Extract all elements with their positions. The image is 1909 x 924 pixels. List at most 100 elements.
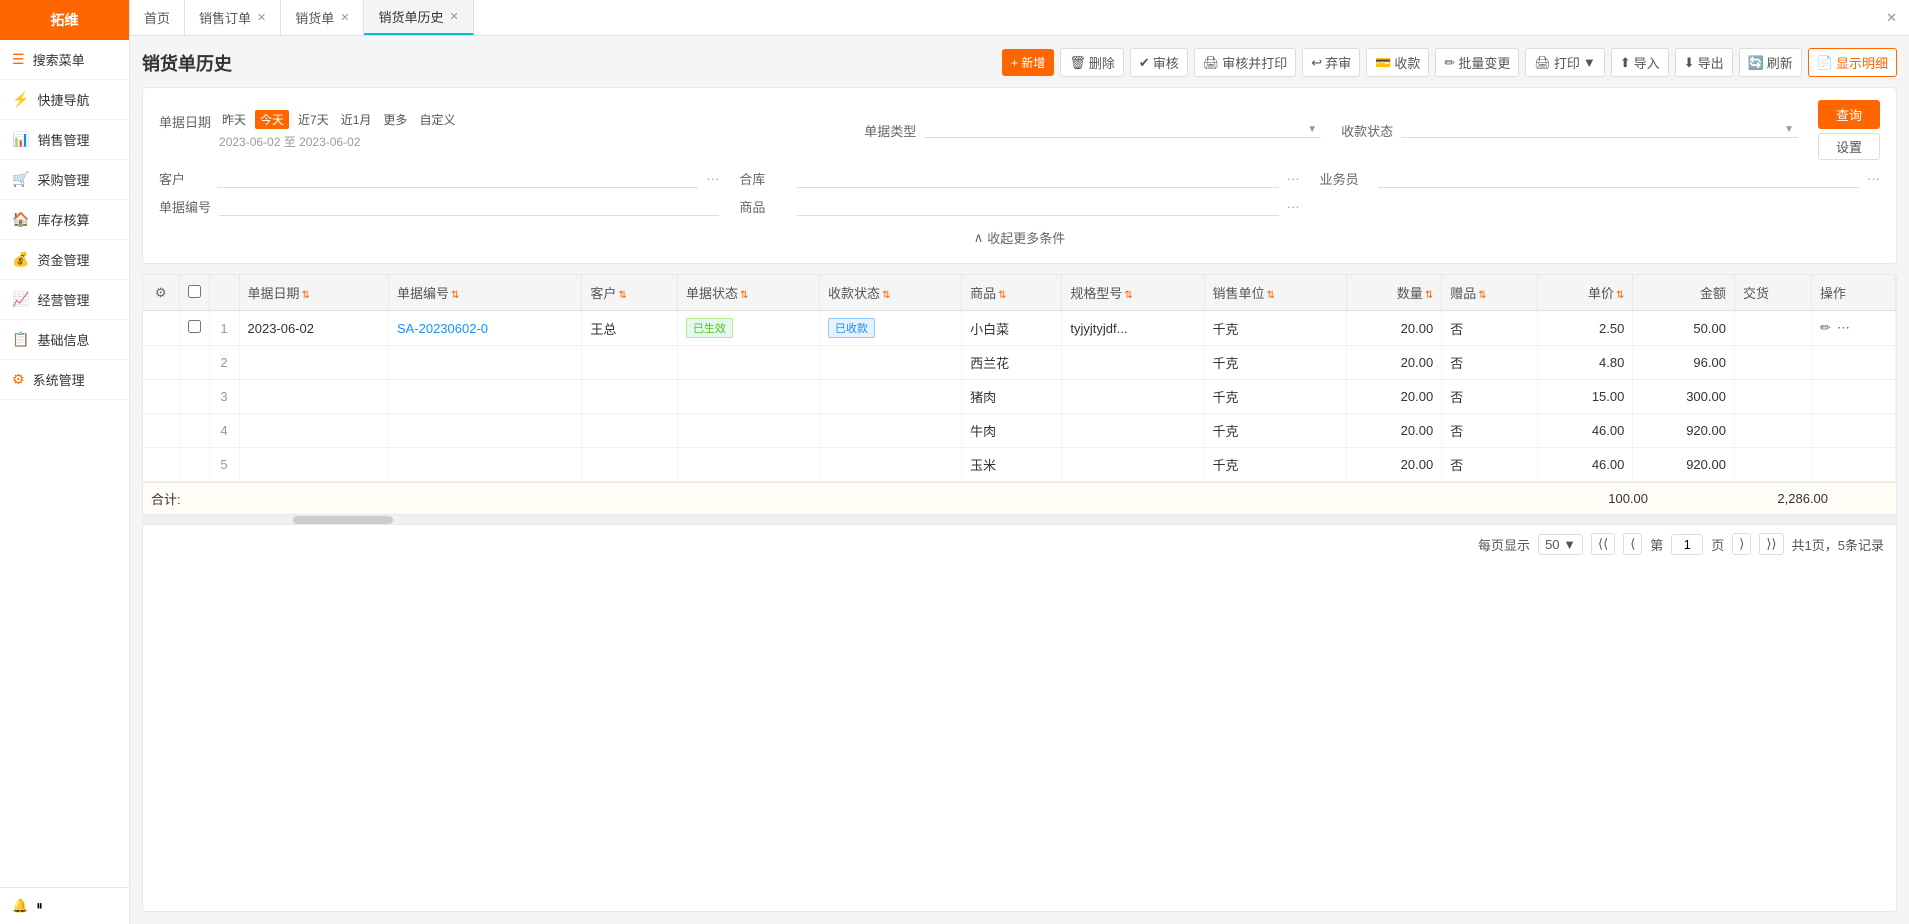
more-action-icon[interactable]: ⋯: [1837, 320, 1850, 336]
shortcut-custom[interactable]: 自定义: [416, 110, 458, 129]
query-button[interactable]: 查询: [1818, 100, 1880, 129]
sidebar-item-label: 采购管理: [37, 170, 89, 189]
collapse-button[interactable]: ∧ 收起更多条件: [159, 224, 1880, 251]
col-doc-no[interactable]: 单据编号⇅: [388, 275, 581, 311]
tab-sales-goods[interactable]: 销货单 ✕: [281, 0, 364, 35]
col-checkbox[interactable]: [179, 275, 209, 311]
batch-change-button[interactable]: ✏ 批量变更: [1435, 48, 1519, 77]
scrollbar-thumb[interactable]: [293, 516, 393, 524]
doc-date-cell: [239, 448, 388, 482]
doc-type-select[interactable]: ▼: [924, 122, 1321, 138]
doc-no-cell[interactable]: [388, 346, 581, 380]
tab-sales-history[interactable]: 销货单历史 ✕: [364, 0, 473, 35]
sidebar-item-ops-mgmt[interactable]: 📈 经营管理: [0, 280, 129, 320]
tab-sales-order[interactable]: 销售订单 ✕: [185, 0, 281, 35]
col-settings[interactable]: ⚙: [143, 275, 179, 311]
col-customer[interactable]: 客户⇅: [582, 275, 678, 311]
page-number-input[interactable]: [1671, 534, 1703, 555]
col-actions: 操作: [1811, 275, 1895, 311]
row-checkbox-cell[interactable]: [179, 380, 209, 414]
table-body: 1 2023-06-02 SA-20230602-0 王总 已生效 已收款 小白…: [143, 311, 1896, 482]
setting-button[interactable]: 设置: [1818, 133, 1880, 160]
sidebar-item-basic-info[interactable]: 📋 基础信息: [0, 320, 129, 360]
row-checkbox-cell[interactable]: [179, 346, 209, 380]
shortcut-1month[interactable]: 近1月: [338, 110, 375, 129]
col-doc-date[interactable]: 单据日期⇅: [239, 275, 388, 311]
col-unit-price[interactable]: 单价⇅: [1537, 275, 1633, 311]
collect-button[interactable]: 💳 收款: [1366, 48, 1429, 77]
col-sales-unit[interactable]: 销售单位⇅: [1204, 275, 1346, 311]
next-page-button[interactable]: ⟩: [1732, 533, 1751, 555]
table-row: 4 牛肉 千克 20.00 否 46.00 920.00: [143, 414, 1896, 448]
doc-no-cell[interactable]: [388, 380, 581, 414]
sidebar-item-inventory[interactable]: 🏠 库存核算: [0, 200, 129, 240]
show-detail-button[interactable]: 📄 显示明细: [1808, 48, 1897, 77]
delete-button[interactable]: 🗑 删除: [1060, 48, 1124, 77]
sidebar-item-label: 经营管理: [37, 290, 89, 309]
date-content: 昨天 今天 近7天 近1月 更多 自定义 2023-06-02 至 2023-0…: [219, 110, 458, 150]
col-amount[interactable]: 金额: [1633, 275, 1735, 311]
collect-status-cell: [820, 448, 962, 482]
quantity-cell: 20.00: [1346, 380, 1442, 414]
notification-icon[interactable]: 🔔: [12, 898, 28, 914]
salesperson-ellipsis[interactable]: ···: [1867, 171, 1880, 186]
customer-input[interactable]: [217, 168, 698, 188]
print-button[interactable]: 🖨 打印 ▼: [1525, 48, 1604, 77]
warehouse-input[interactable]: [797, 168, 1278, 188]
doc-no-cell[interactable]: [388, 448, 581, 482]
sidebar-item-sys-mgmt[interactable]: ⚙ 系统管理: [0, 360, 129, 400]
row-checkbox-cell[interactable]: [179, 414, 209, 448]
shortcut-7days[interactable]: 近7天: [295, 110, 332, 129]
select-all-checkbox[interactable]: [188, 285, 201, 298]
col-product[interactable]: 商品⇅: [962, 275, 1062, 311]
shortcut-yesterday[interactable]: 昨天: [219, 110, 249, 129]
abandon-button[interactable]: ↩ 弃审: [1302, 48, 1360, 77]
sidebar-item-finance[interactable]: 💰 资金管理: [0, 240, 129, 280]
sidebar-item-search-menu[interactable]: ☰ 搜索菜单: [0, 40, 129, 80]
doc-no-input[interactable]: [219, 196, 719, 216]
new-button[interactable]: + 新增: [1002, 49, 1054, 76]
doc-no-link[interactable]: SA-20230602-0: [397, 321, 488, 336]
import-button[interactable]: ⬆ 导入: [1611, 48, 1669, 77]
col-spec-type[interactable]: 规格型号⇅: [1062, 275, 1204, 311]
shortcut-today[interactable]: 今天: [255, 110, 289, 129]
collect-status-select[interactable]: ▼: [1401, 122, 1798, 138]
doc-no-cell[interactable]: [388, 414, 581, 448]
sidebar-item-purchase-mgmt[interactable]: 🛒 采购管理: [0, 160, 129, 200]
audit-button[interactable]: ✔ 审核: [1130, 48, 1188, 77]
sidebar-item-sales-mgmt[interactable]: 📊 销售管理: [0, 120, 129, 160]
customer-ellipsis[interactable]: ···: [706, 171, 719, 186]
shortcut-more[interactable]: 更多: [380, 110, 410, 129]
per-page-select[interactable]: 50 ▼: [1538, 534, 1583, 555]
row-checkbox[interactable]: [188, 320, 201, 333]
col-doc-status[interactable]: 单据状态⇅: [677, 275, 819, 311]
product-ellipsis[interactable]: ···: [1287, 199, 1300, 214]
warehouse-ellipsis[interactable]: ···: [1287, 171, 1300, 186]
product-input[interactable]: [797, 196, 1278, 216]
salesperson-input[interactable]: [1378, 168, 1859, 188]
audit-print-button[interactable]: 🖨 审核并打印: [1194, 48, 1297, 77]
doc-no-cell[interactable]: SA-20230602-0: [388, 311, 581, 346]
first-page-button[interactable]: ⟨⟨: [1591, 533, 1615, 555]
refresh-button[interactable]: 🔄 刷新: [1739, 48, 1802, 77]
last-page-button[interactable]: ⟩⟩: [1759, 533, 1783, 555]
purchase-icon: 🛒: [12, 171, 29, 188]
close-tab-sales-order[interactable]: ✕: [257, 11, 266, 24]
row-checkbox-cell[interactable]: [179, 448, 209, 482]
col-gift[interactable]: 赠品⇅: [1442, 275, 1538, 311]
tab-home[interactable]: 首页: [130, 0, 185, 35]
row-checkbox-cell[interactable]: [179, 311, 209, 346]
close-all-tabs[interactable]: ✕: [1874, 10, 1909, 26]
inventory-icon: 🏠: [12, 211, 29, 228]
col-collect-status[interactable]: 收款状态⇅: [820, 275, 962, 311]
pause-icon[interactable]: ⏸: [36, 898, 43, 914]
horizontal-scrollbar[interactable]: [143, 514, 1896, 524]
prev-page-button[interactable]: ⟨: [1623, 533, 1642, 555]
transaction-cell: [1734, 311, 1811, 346]
sidebar-item-quick-nav[interactable]: ⚡ 快捷导航: [0, 80, 129, 120]
col-quantity[interactable]: 数量⇅: [1346, 275, 1442, 311]
edit-action-icon[interactable]: ✏: [1820, 320, 1831, 336]
close-tab-sales-history[interactable]: ✕: [450, 10, 459, 23]
close-tab-sales-goods[interactable]: ✕: [340, 11, 349, 24]
export-button[interactable]: ⬇ 导出: [1675, 48, 1733, 77]
